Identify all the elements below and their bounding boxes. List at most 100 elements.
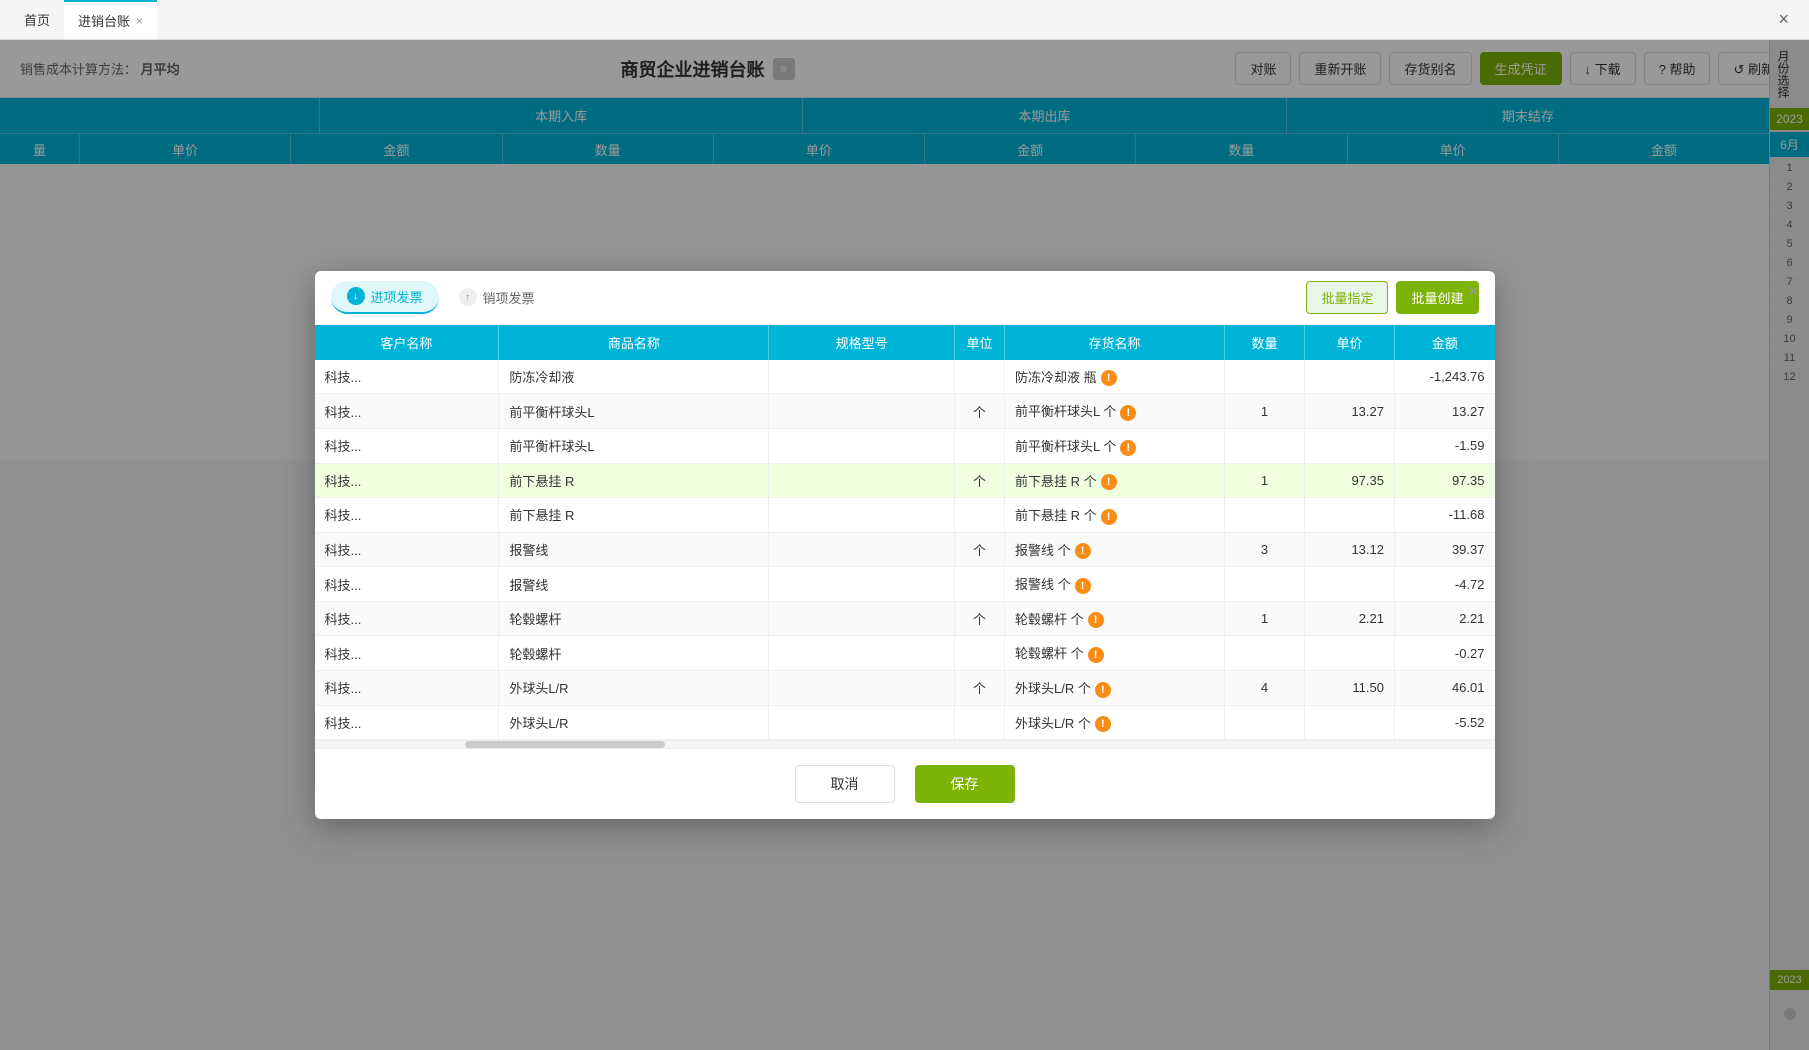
table-cell: 13.27 [1395, 394, 1495, 429]
table-header-row: 客户名称 商品名称 规格型号 单位 存货名称 数量 单价 金额 [315, 325, 1495, 360]
tab-label: 进销台账 [78, 11, 130, 30]
top-bar: 首页 进销台账 × × [0, 0, 1809, 40]
col-price: 单价 [1305, 325, 1395, 360]
batch-create-button[interactable]: 批量创建 [1396, 281, 1478, 314]
cell-customer: 科技... [315, 394, 499, 429]
warning-icon: ! [1120, 440, 1136, 456]
incoming-tab-label: 进项发票 [371, 287, 423, 306]
table-cell: 3 [1225, 532, 1305, 567]
table-cell [769, 360, 955, 394]
modal-overlay: ↓ 进项发票 ↑ 销项发票 批量指定 批量创建 × [0, 40, 1809, 1050]
main-tab[interactable]: 进销台账 × [64, 0, 157, 39]
table-cell: -5.52 [1395, 705, 1495, 740]
table-cell [1225, 705, 1305, 740]
table-cell: 个 [955, 670, 1005, 705]
table-cell [955, 636, 1005, 671]
cell-product: 轮毂螺杆 [499, 636, 769, 671]
table-cell [1305, 567, 1395, 602]
cell-inventory: 前下悬挂 R 个! [1005, 498, 1225, 533]
modal-tabs: ↓ 进项发票 ↑ 销项发票 [331, 281, 551, 314]
table-row: 科技...外球头L/R个外球头L/R 个!411.5046.01 [315, 670, 1495, 705]
table-cell [955, 567, 1005, 602]
table-cell: -11.68 [1395, 498, 1495, 533]
table-cell [769, 429, 955, 464]
cancel-button[interactable]: 取消 [795, 765, 895, 803]
batch-assign-button[interactable]: 批量指定 [1306, 281, 1388, 314]
tab-outgoing-invoice[interactable]: ↑ 销项发票 [443, 281, 551, 314]
home-tab[interactable]: 首页 [10, 0, 64, 39]
cell-customer: 科技... [315, 636, 499, 671]
col-spec: 规格型号 [769, 325, 955, 360]
cell-product: 前下悬挂 R [499, 463, 769, 498]
incoming-tab-icon: ↓ [347, 287, 365, 305]
col-customer: 客户名称 [315, 325, 499, 360]
outgoing-tab-label: 销项发票 [483, 288, 535, 307]
warning-icon: ! [1101, 370, 1117, 386]
cell-customer: 科技... [315, 532, 499, 567]
warning-icon: ! [1088, 647, 1104, 663]
cell-customer: 科技... [315, 498, 499, 533]
table-cell [1225, 429, 1305, 464]
window-close-icon[interactable]: × [1768, 9, 1799, 30]
table-cell: 39.37 [1395, 532, 1495, 567]
table-cell [769, 498, 955, 533]
table-cell [1305, 498, 1395, 533]
table-cell: -4.72 [1395, 567, 1495, 602]
table-row: 科技...外球头L/R外球头L/R 个!-5.52 [315, 705, 1495, 740]
table-cell [1305, 360, 1395, 394]
col-product: 商品名称 [499, 325, 769, 360]
invoice-table: 客户名称 商品名称 规格型号 单位 存货名称 数量 单价 金额 科技... 防冻冷… [315, 325, 1495, 740]
warning-icon: ! [1095, 716, 1111, 732]
table-row: 科技...前下悬挂 R个前下悬挂 R 个!197.3597.35 [315, 463, 1495, 498]
cell-customer: 科技... [315, 670, 499, 705]
modal-header-actions: 批量指定 批量创建 [1306, 281, 1478, 314]
modal-horizontal-scrollbar[interactable] [315, 740, 1495, 748]
cell-product: 报警线 [499, 532, 769, 567]
modal-close-button[interactable]: × [1468, 281, 1479, 302]
table-cell: 个 [955, 394, 1005, 429]
table-cell [1225, 567, 1305, 602]
table-cell [1305, 429, 1395, 464]
table-cell [769, 636, 955, 671]
tab-incoming-invoice[interactable]: ↓ 进项发票 [331, 281, 439, 314]
table-cell: 个 [955, 601, 1005, 636]
cell-product: 报警线 [499, 567, 769, 602]
table-cell: 1 [1225, 394, 1305, 429]
table-cell [769, 394, 955, 429]
table-row: 科技...前平衡杆球头L个前平衡杆球头L 个!113.2713.27 [315, 394, 1495, 429]
table-cell [1225, 636, 1305, 671]
table-cell: 13.27 [1305, 394, 1395, 429]
table-row: 科技...轮毂螺杆个轮毂螺杆 个!12.212.21 [315, 601, 1495, 636]
warning-icon: ! [1095, 682, 1111, 698]
table-cell: 1 [1225, 601, 1305, 636]
warning-icon: ! [1120, 405, 1136, 421]
cell-customer: 科技... [315, 360, 499, 394]
table-row: 科技...报警线个报警线 个!313.1239.37 [315, 532, 1495, 567]
table-cell [955, 360, 1005, 394]
table-cell [955, 705, 1005, 740]
tab-close-icon[interactable]: × [136, 14, 143, 28]
col-unit: 单位 [955, 325, 1005, 360]
table-cell: 个 [955, 463, 1005, 498]
cell-customer: 科技... [315, 429, 499, 464]
cell-inventory: 前下悬挂 R 个! [1005, 463, 1225, 498]
cell-customer: 科技... [315, 463, 499, 498]
table-cell [769, 463, 955, 498]
warning-icon: ! [1101, 474, 1117, 490]
table-cell: -1.59 [1395, 429, 1495, 464]
cell-product: 轮毂螺杆 [499, 601, 769, 636]
table-cell [769, 532, 955, 567]
cell-product: 前下悬挂 R [499, 498, 769, 533]
cell-inventory: 轮毂螺杆 个! [1005, 636, 1225, 671]
table-row: 科技...报警线报警线 个!-4.72 [315, 567, 1495, 602]
cell-product: 外球头L/R [499, 670, 769, 705]
cell-inventory: 报警线 个! [1005, 532, 1225, 567]
table-cell: 13.12 [1305, 532, 1395, 567]
scrollbar-thumb[interactable] [465, 741, 665, 748]
cell-inventory: 防冻冷却液 瓶! [1005, 360, 1225, 394]
table-cell [955, 429, 1005, 464]
save-button[interactable]: 保存 [915, 765, 1015, 803]
table-cell: 97.35 [1305, 463, 1395, 498]
main-area: 销售成本计算方法： 月平均 商贸企业进销台账 ≡ 对账 重新开账 存货别名 生成… [0, 40, 1809, 1050]
table-cell [769, 670, 955, 705]
